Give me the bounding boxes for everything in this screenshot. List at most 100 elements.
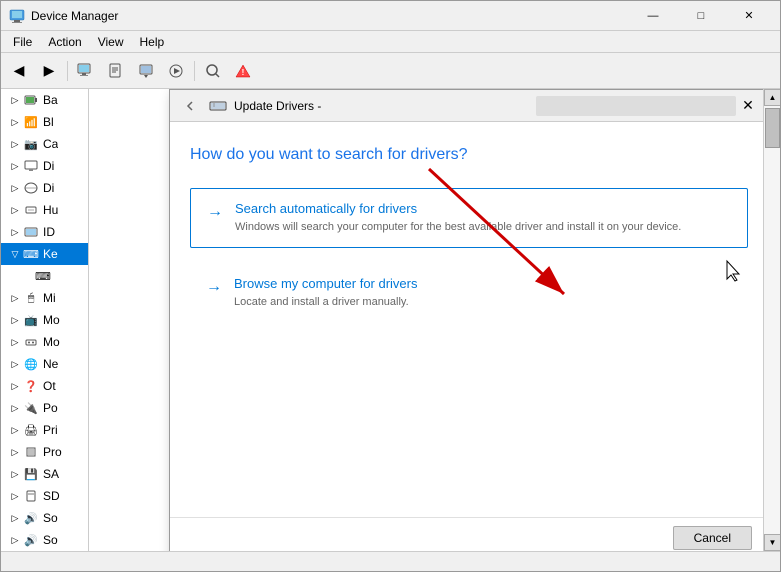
error-button[interactable]: ! [229, 57, 257, 85]
tree-item-monitors[interactable]: ▷ 📺 Mo [1, 309, 88, 331]
tree-item-display1[interactable]: ▷ Di [1, 155, 88, 177]
menu-action[interactable]: Action [40, 33, 89, 51]
maximize-button[interactable]: □ [678, 1, 724, 31]
tree-item-modems[interactable]: ▷ Mo [1, 331, 88, 353]
update-driver-button[interactable] [132, 57, 160, 85]
option-1-desc: Windows will search your computer for th… [235, 220, 731, 235]
enable-button[interactable] [162, 57, 190, 85]
close-button[interactable]: ✕ [726, 1, 772, 31]
scan-button[interactable] [199, 57, 227, 85]
window-title: Device Manager [31, 9, 630, 23]
minimize-button[interactable]: — [630, 1, 676, 31]
tree-item-mice[interactable]: ▷ 🖱 Mi [1, 287, 88, 309]
sound2-icon: 🔊 [23, 532, 39, 548]
tree-item-batteries[interactable]: ▷ Ba [1, 89, 88, 111]
other-icon: ❓ [23, 378, 39, 394]
tree-item-display2[interactable]: ▷ Di [1, 177, 88, 199]
item-label: SD [43, 489, 60, 503]
tree-item-print-queues[interactable]: ▷ 🖨 Pri [1, 419, 88, 441]
item-label: Mi [43, 291, 56, 305]
computer-view-button[interactable] [72, 57, 100, 85]
mice-icon: 🖱 [23, 290, 39, 306]
dialog-device-icon [208, 96, 228, 116]
tree-item-keyboards[interactable]: ▽ ⌨ Ke [1, 243, 88, 265]
title-controls: — □ ✕ [630, 1, 772, 31]
item-label: So [43, 533, 58, 547]
back-button[interactable]: ◀ [5, 57, 33, 85]
keyboard-icon: ⌨ [23, 246, 39, 262]
expand-icon: ▽ [9, 248, 21, 260]
tree-item-human-interface[interactable]: ▷ Hu [1, 199, 88, 221]
search-automatically-option[interactable]: → Search automatically for drivers Windo… [190, 188, 748, 248]
item-label: Di [43, 159, 54, 173]
scroll-down-button[interactable]: ▼ [764, 534, 780, 551]
item-label: Pro [43, 445, 62, 459]
tree-item-ports[interactable]: ▷ 🔌 Po [1, 397, 88, 419]
forward-button[interactable]: ▶ [35, 57, 63, 85]
expand-icon: ▷ [9, 446, 21, 458]
dialog-close-button[interactable]: ✕ [736, 94, 760, 118]
expand-icon [21, 270, 33, 282]
expand-icon: ▷ [9, 160, 21, 172]
item-label: So [43, 511, 58, 525]
expand-icon: ▷ [9, 226, 21, 238]
item-label: Mo [43, 313, 60, 327]
dialog-back-button[interactable] [178, 94, 202, 118]
main-panel: Update Drivers - ✕ How do you want to se… [89, 89, 763, 551]
expand-icon: ▷ [9, 116, 21, 128]
expand-icon: ▷ [9, 380, 21, 392]
tree-item-sound1[interactable]: ▷ 🔊 So [1, 507, 88, 529]
toolbar: ◀ ▶ [1, 53, 780, 89]
update-drivers-dialog: Update Drivers - ✕ How do you want to se… [169, 89, 763, 551]
item-label: Di [43, 181, 54, 195]
option-2-content: Browse my computer for drivers Locate an… [234, 276, 732, 310]
option-1-content: Search automatically for drivers Windows… [235, 201, 731, 235]
tree-item-network[interactable]: ▷ 🌐 Ne [1, 353, 88, 375]
expand-icon: ▷ [9, 138, 21, 150]
item-label: Pri [43, 423, 58, 437]
browse-computer-option[interactable]: → Browse my computer for drivers Locate … [190, 264, 748, 322]
item-label: Po [43, 401, 58, 415]
expand-icon: ▷ [9, 292, 21, 304]
svg-text:!: ! [242, 68, 245, 77]
scroll-track[interactable] [764, 106, 780, 534]
ports-icon: 🔌 [23, 400, 39, 416]
sidebar-tree: ▷ Ba ▷ 📶 Bl ▷ 📷 Ca ▷ Di [1, 89, 89, 551]
tree-item-ide[interactable]: ▷ ID [1, 221, 88, 243]
item-icon: 📶 [23, 114, 39, 130]
expand-icon: ▷ [9, 468, 21, 480]
expand-icon: ▷ [9, 358, 21, 370]
item-label: SA [43, 467, 59, 481]
tree-item-sound2[interactable]: ▷ 🔊 So [1, 529, 88, 551]
tree-item-cameras[interactable]: ▷ 📷 Ca [1, 133, 88, 155]
main-window: Device Manager — □ ✕ File Action View He… [0, 0, 781, 572]
item-label: Hu [43, 203, 58, 217]
menu-file[interactable]: File [5, 33, 40, 51]
tree-item-other[interactable]: ▷ ❓ Ot [1, 375, 88, 397]
menu-help[interactable]: Help [132, 33, 173, 51]
tree-item-sa[interactable]: ▷ 💾 SA [1, 463, 88, 485]
menu-bar: File Action View Help [1, 31, 780, 53]
tree-item-keyboard-child[interactable]: ⌨ [1, 265, 88, 287]
cancel-button[interactable]: Cancel [673, 526, 752, 550]
monitors-icon: 📺 [23, 312, 39, 328]
content-area: ▷ Ba ▷ 📶 Bl ▷ 📷 Ca ▷ Di [1, 89, 780, 551]
item-label: Bl [43, 115, 54, 129]
expand-icon: ▷ [9, 490, 21, 502]
tree-item-processors[interactable]: ▷ Pro [1, 441, 88, 463]
item-icon [23, 202, 39, 218]
right-scrollbar[interactable]: ▲ ▼ [763, 89, 780, 551]
properties-button[interactable] [102, 57, 130, 85]
tree-item-bluetooth[interactable]: ▷ 📶 Bl [1, 111, 88, 133]
option-1-title: Search automatically for drivers [235, 201, 731, 216]
scroll-up-button[interactable]: ▲ [764, 89, 780, 106]
expand-icon: ▷ [9, 512, 21, 524]
scroll-thumb[interactable] [765, 108, 780, 148]
tree-item-sd[interactable]: ▷ SD [1, 485, 88, 507]
item-icon [23, 92, 39, 108]
modems-icon [23, 334, 39, 350]
menu-view[interactable]: View [90, 33, 132, 51]
item-icon [23, 158, 39, 174]
expand-icon: ▷ [9, 204, 21, 216]
print-icon: 🖨 [23, 422, 39, 438]
